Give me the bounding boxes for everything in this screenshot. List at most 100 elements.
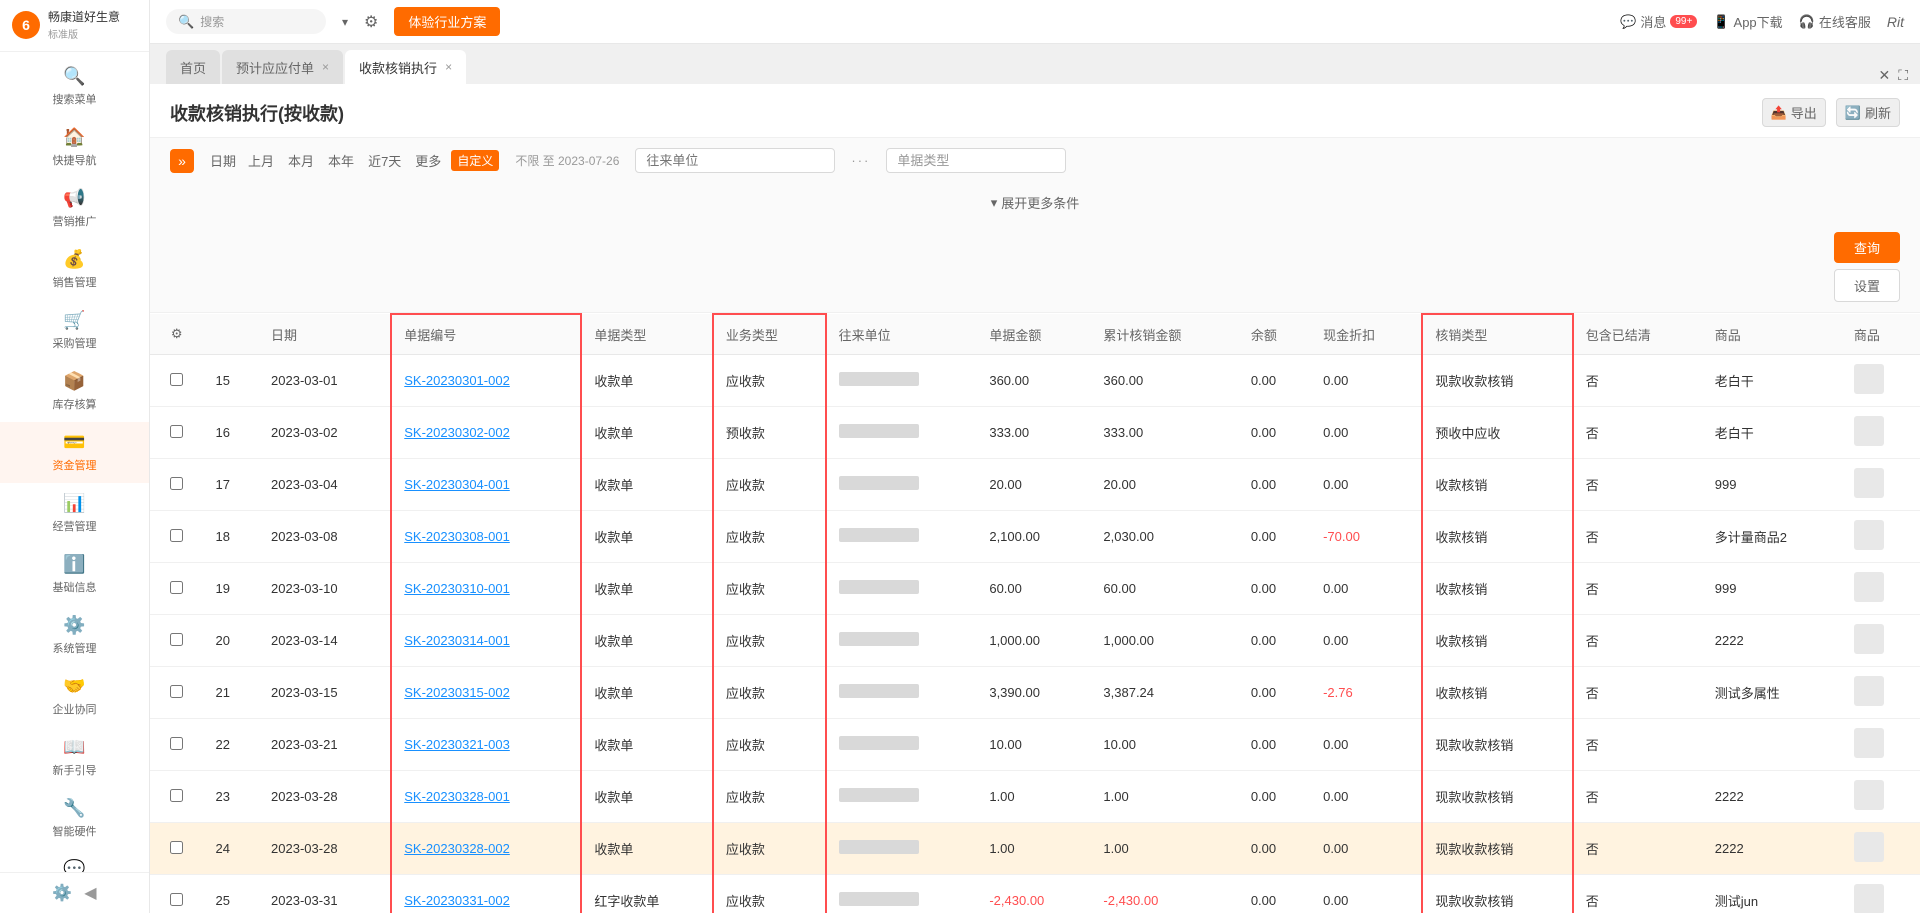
row-checkbox[interactable] [170, 477, 183, 490]
cell-settings[interactable] [150, 563, 203, 615]
row-checkbox[interactable] [170, 789, 183, 802]
cell-settings[interactable] [150, 511, 203, 563]
row-checkbox[interactable] [170, 633, 183, 646]
row-checkbox[interactable] [170, 737, 183, 750]
sidebar-item-cooperation[interactable]: 🤝 企业协同 [0, 666, 149, 727]
expand-bar: ▾ 展开更多条件 [170, 189, 1900, 216]
cell-settings[interactable] [150, 355, 203, 407]
topbar-settings-icon[interactable]: ⚙ [364, 12, 378, 32]
topbar-search[interactable]: 🔍 搜索 [166, 9, 326, 34]
cell-settings[interactable] [150, 407, 203, 459]
sidebar-item-guide[interactable]: 📖 新手引导 [0, 727, 149, 788]
sidebar-item-finance[interactable]: 💳 资金管理 [0, 422, 149, 483]
cell-settings[interactable] [150, 615, 203, 667]
doc-no-link[interactable]: SK-20230304-001 [404, 477, 510, 492]
sidebar-item-basic[interactable]: ℹ️ 基础信息 [0, 544, 149, 605]
cell-date: 2023-03-28 [259, 823, 391, 875]
refresh-button[interactable]: 🔄 刷新 [1836, 98, 1900, 127]
cell-rownum: 15 [203, 355, 259, 407]
tab-payable-close[interactable]: × [322, 60, 329, 74]
doc-no-link[interactable]: SK-20230314-001 [404, 633, 510, 648]
cell-goods: 测试多属性 [1703, 667, 1842, 719]
doc-no-link[interactable]: SK-20230310-001 [404, 581, 510, 596]
sidebar-item-sales[interactable]: 💰 销售管理 [0, 239, 149, 300]
sidebar-item-operations[interactable]: 📊 经营管理 [0, 483, 149, 544]
date-more[interactable]: 更多 [411, 149, 445, 172]
sidebar-item-label: 经营管理 [53, 518, 97, 534]
solution-button[interactable]: 体验行业方案 [394, 7, 500, 36]
row-checkbox[interactable] [170, 529, 183, 542]
query-button[interactable]: 查询 [1834, 232, 1900, 263]
sidebar-item-system[interactable]: ⚙️ 系统管理 [0, 605, 149, 666]
doc-type-select[interactable]: 单据类型 [886, 148, 1066, 173]
date-this-year[interactable]: 本年 [324, 149, 358, 172]
cell-settings[interactable] [150, 875, 203, 913]
sidebar-item-shortcuts[interactable]: 🏠 快捷导航 [0, 117, 149, 178]
user-avatar[interactable]: Rit [1887, 14, 1904, 30]
tab-receipt[interactable]: 收款核销执行 × [345, 50, 466, 84]
sidebar-item-purchase[interactable]: 🛒 采购管理 [0, 300, 149, 361]
collapse-icon[interactable]: ◀ [84, 883, 96, 903]
cell-docno: SK-20230301-002 [391, 355, 581, 407]
doc-no-link[interactable]: SK-20230301-002 [404, 373, 510, 388]
cell-include-settled: 否 [1573, 563, 1703, 615]
sidebar-item-hardware[interactable]: 🔧 智能硬件 [0, 788, 149, 849]
cell-cash-discount: 0.00 [1311, 615, 1422, 667]
date-7days[interactable]: 近7天 [364, 149, 405, 172]
filter-toggle[interactable]: » [170, 149, 194, 173]
tab-payable[interactable]: 预计应应付单 × [222, 50, 343, 84]
cell-settings[interactable] [150, 771, 203, 823]
cell-biztype: 应收款 [713, 771, 826, 823]
cell-include-settled: 否 [1573, 355, 1703, 407]
close-window-icon[interactable]: ✕ [1878, 67, 1890, 84]
doc-no-link[interactable]: SK-20230328-002 [404, 841, 510, 856]
dropdown-icon[interactable]: ▾ [342, 15, 348, 29]
cell-settings[interactable] [150, 667, 203, 719]
cell-partner [826, 563, 978, 615]
row-checkbox[interactable] [170, 581, 183, 594]
cell-balance: 0.00 [1239, 511, 1311, 563]
sidebar-item-wechat[interactable]: 💬 企业微信 [0, 849, 149, 872]
doc-no-link[interactable]: SK-20230328-001 [404, 789, 510, 804]
doc-no-link[interactable]: SK-20230308-001 [404, 529, 510, 544]
cell-goods2 [1842, 719, 1920, 771]
marketing-icon: 📢 [63, 188, 85, 209]
row-checkbox[interactable] [170, 841, 183, 854]
maximize-icon[interactable]: ⛶ [1898, 67, 1908, 84]
cell-partner [826, 459, 978, 511]
doc-no-link[interactable]: SK-20230331-002 [404, 893, 510, 908]
settings-icon[interactable]: ⚙️ [52, 883, 72, 903]
cell-settings[interactable] [150, 459, 203, 511]
row-checkbox[interactable] [170, 425, 183, 438]
row-checkbox[interactable] [170, 893, 183, 906]
th-settings[interactable]: ⚙ [150, 314, 203, 355]
date-last-month[interactable]: 上月 [244, 149, 278, 172]
message-action[interactable]: 💬 消息 99+ [1620, 12, 1697, 31]
expand-conditions[interactable]: ▾ 展开更多条件 [991, 193, 1080, 212]
cell-settings[interactable] [150, 823, 203, 875]
app-logo[interactable]: 6 畅康道好生意 标准版 [0, 0, 149, 52]
date-range: 不限 至 2023-07-26 [515, 152, 619, 169]
doc-no-link[interactable]: SK-20230315-002 [404, 685, 510, 700]
setting-button[interactable]: 设置 [1834, 269, 1900, 302]
export-button[interactable]: 📤 导出 [1762, 98, 1826, 127]
date-custom[interactable]: 自定义 [451, 150, 499, 171]
cell-settings[interactable] [150, 719, 203, 771]
sidebar-item-search[interactable]: 🔍 搜索菜单 [0, 56, 149, 117]
app-download-action[interactable]: 📱 App下载 [1713, 12, 1782, 31]
row-checkbox[interactable] [170, 373, 183, 386]
tab-receipt-close[interactable]: × [445, 60, 452, 74]
doc-no-link[interactable]: SK-20230321-003 [404, 737, 510, 752]
online-service-action[interactable]: 🎧 在线客服 [1799, 12, 1871, 31]
cell-goods [1703, 719, 1842, 771]
sidebar-item-marketing[interactable]: 📢 营销推广 [0, 178, 149, 239]
sidebar-item-inventory[interactable]: 📦 库存核算 [0, 361, 149, 422]
partner-input[interactable] [635, 148, 835, 173]
date-this-month[interactable]: 本月 [284, 149, 318, 172]
row-checkbox[interactable] [170, 685, 183, 698]
th-doc-type: 单据类型 [581, 314, 713, 355]
cell-balance: 0.00 [1239, 875, 1311, 913]
cell-amount: 333.00 [977, 407, 1091, 459]
doc-no-link[interactable]: SK-20230302-002 [404, 425, 510, 440]
tab-home[interactable]: 首页 [166, 50, 220, 84]
